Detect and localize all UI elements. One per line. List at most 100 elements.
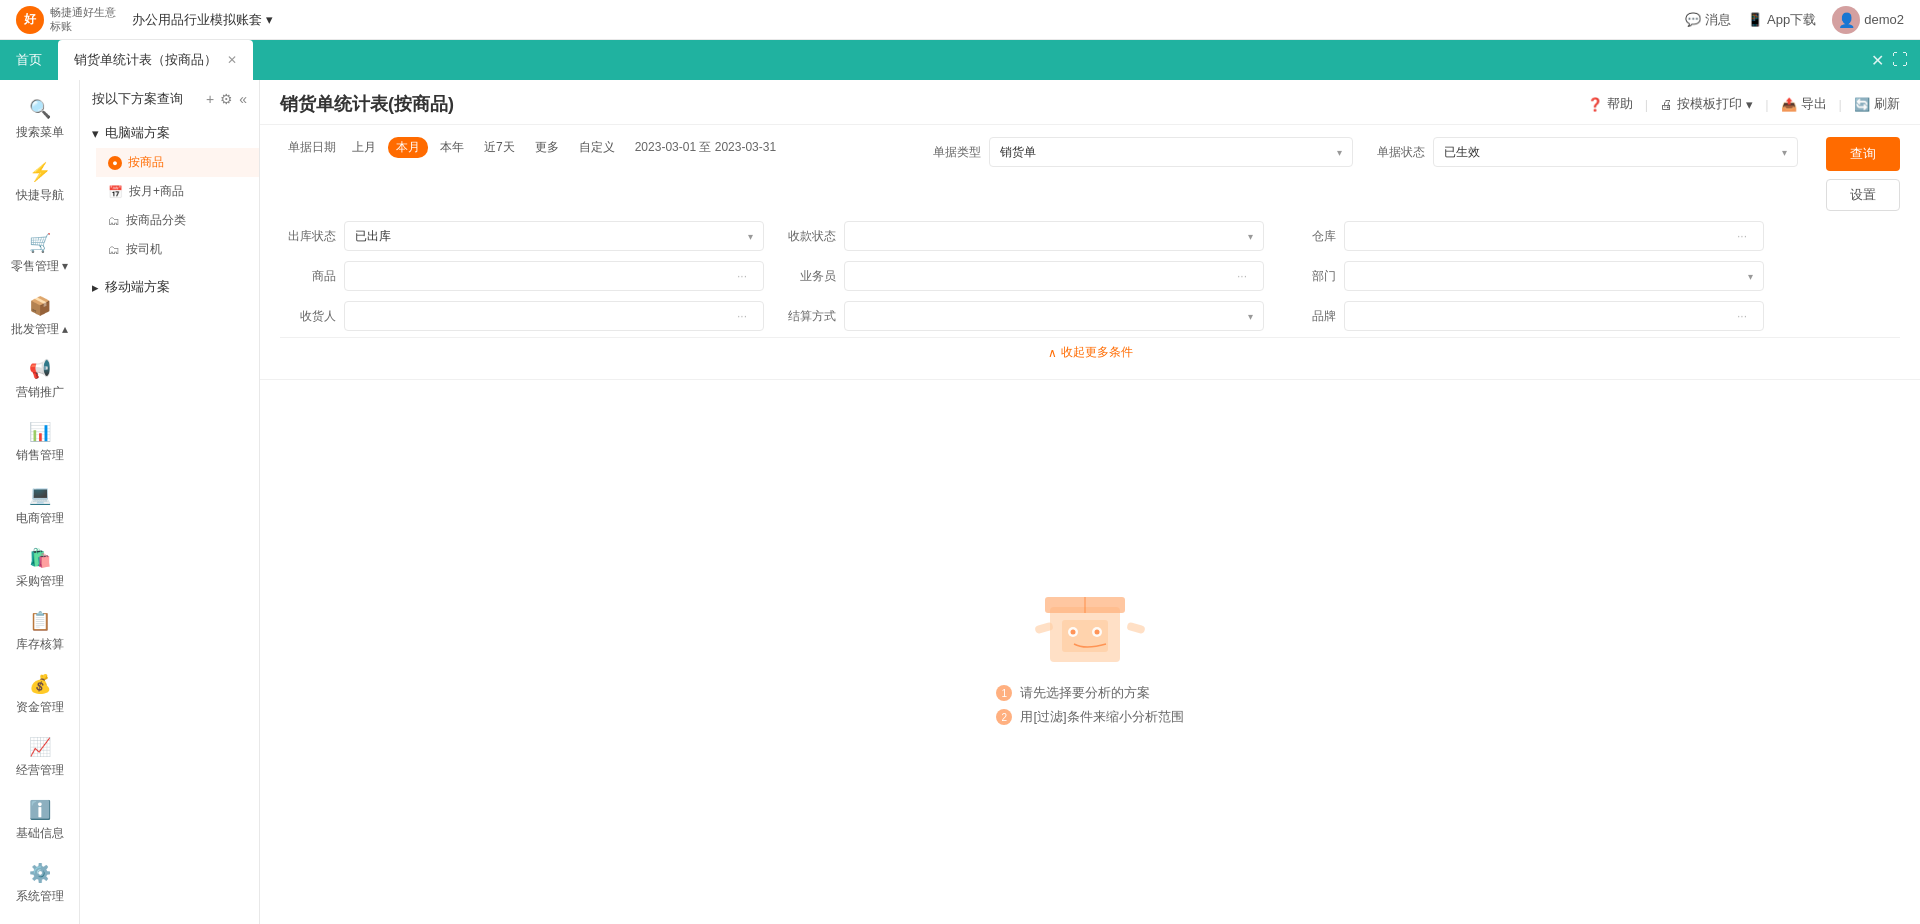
add-solution-btn[interactable]: + [206, 91, 214, 107]
sidebar-item-operation[interactable]: 📈 经营管理 [0, 726, 79, 789]
sidebar-item-label: 经营管理 [16, 762, 64, 779]
svg-rect-9 [1126, 622, 1145, 634]
left-panel-actions: + ⚙ « [206, 91, 247, 107]
wholesale-icon: 📦 [29, 295, 51, 317]
collapse-label: 收起更多条件 [1061, 344, 1133, 361]
settings-solution-btn[interactable]: ⚙ [220, 91, 233, 107]
setup-button[interactable]: 设置 [1826, 179, 1900, 211]
empty-line2: 用[过滤]条件来缩小分析范围 [1020, 708, 1183, 726]
sidebar-item-search-menu[interactable]: 🔍 搜索菜单 [0, 88, 79, 151]
empty-svg [1030, 572, 1150, 672]
empty-num-2: 2 [996, 709, 1012, 725]
doc-status-select[interactable]: 已生效 ▾ [1433, 137, 1798, 167]
out-status-select[interactable]: 已出库 ▾ [344, 221, 764, 251]
app-download-btn[interactable]: 📱 App下载 [1747, 11, 1816, 29]
sidebar-item-inventory[interactable]: 📋 库存核算 [0, 600, 79, 663]
left-panel-title: 按以下方案查询 [92, 90, 183, 108]
collect-status-arrow-icon: ▾ [1248, 231, 1253, 242]
date-tab-this-month[interactable]: 本月 [388, 137, 428, 158]
doc-type-select[interactable]: 销货单 ▾ [989, 137, 1354, 167]
active-dot-icon: ● [108, 156, 122, 170]
empty-state: 1 请先选择要分析的方案 2 用[过滤]条件来缩小分析范围 [260, 380, 1920, 924]
tab-close-icon[interactable]: ✕ [227, 53, 237, 67]
export-btn[interactable]: 📤 导出 [1781, 95, 1827, 113]
tree-sub-item-by-category[interactable]: 🗂 按商品分类 [96, 206, 259, 235]
close-window-icon[interactable]: ✕ [1871, 51, 1884, 70]
brand-select[interactable]: ··· [1344, 301, 1764, 331]
messages-btn[interactable]: 💬 消息 [1685, 11, 1731, 29]
sidebar-item-marketing[interactable]: 📢 营销推广 [0, 348, 79, 411]
logo-area: 好 畅捷通好生意 标账 [16, 6, 116, 34]
brand-label: 品牌 [1280, 308, 1344, 325]
sidebar-item-purchase[interactable]: 🛍️ 采购管理 [0, 537, 79, 600]
sidebar-item-label: 搜索菜单 [16, 124, 64, 141]
sidebar-item-quick-nav[interactable]: ⚡ 快捷导航 [0, 151, 79, 214]
warehouse-label: 仓库 [1280, 228, 1344, 245]
tree-sub-item-by-cashier[interactable]: 🗂 按司机 [96, 235, 259, 264]
tree-item-desktop[interactable]: ▾ 电脑端方案 [80, 118, 259, 148]
topbar-left: 好 畅捷通好生意 标账 办公用品行业模拟账套 ▾ [16, 6, 281, 34]
message-icon: 💬 [1685, 12, 1701, 27]
sidebar-item-basic[interactable]: ℹ️ 基础信息 [0, 789, 79, 852]
basic-icon: ℹ️ [29, 799, 51, 821]
tree-sub-item-by-goods[interactable]: ● 按商品 [96, 148, 259, 177]
collect-status-select[interactable]: ▾ [844, 221, 1264, 251]
tree-sub-item-by-month-goods[interactable]: 📅 按月+商品 [96, 177, 259, 206]
dept-select[interactable]: ▾ [1344, 261, 1764, 291]
collapse-more-conditions-btn[interactable]: ∧ 收起更多条件 [280, 337, 1900, 367]
tree-item-mobile[interactable]: ▸ 移动端方案 [80, 272, 259, 302]
date-tab-last-7[interactable]: 近7天 [476, 137, 523, 158]
sidebar-item-sales-mgmt[interactable]: 📊 销售管理 [0, 411, 79, 474]
tree-expand-icon-mobile: ▸ [92, 280, 99, 295]
goods-dots[interactable]: ··· [731, 269, 753, 283]
sidebar-item-ecommerce[interactable]: 💻 电商管理 [0, 474, 79, 537]
sidebar-item-finance[interactable]: 💰 资金管理 [0, 663, 79, 726]
template-print-btn[interactable]: 🖨 按模板打印 ▾ [1660, 95, 1753, 113]
tab-sales-stat[interactable]: 销货单统计表（按商品） ✕ [58, 40, 253, 80]
collapse-panel-btn[interactable]: « [239, 91, 247, 107]
empty-illustration [1030, 572, 1150, 672]
warehouse-select[interactable]: ··· [1344, 221, 1764, 251]
right-panel: 销货单统计表(按商品) ❓ 帮助 | 🖨 按模板打印 ▾ | 📤 [260, 80, 1920, 924]
left-panel: 按以下方案查询 + ⚙ « ▾ 电脑端方案 ● 按商品 [80, 80, 260, 924]
template-print-label: 按模板打印 [1677, 95, 1742, 113]
date-tab-more[interactable]: 更多 [527, 137, 567, 158]
sidebar-item-system[interactable]: ⚙️ 系统管理 [0, 852, 79, 915]
logo-icon: 好 [16, 6, 44, 34]
inventory-icon: 📋 [29, 610, 51, 632]
topbar-right: 💬 消息 📱 App下载 👤 demo2 [1685, 6, 1904, 34]
settlement-select[interactable]: ▾ [844, 301, 1264, 331]
sidebar-item-label: 电商管理 [16, 510, 64, 527]
receiver-dots[interactable]: ··· [731, 309, 753, 323]
query-button[interactable]: 查询 [1826, 137, 1900, 171]
date-tab-last-month[interactable]: 上月 [344, 137, 384, 158]
sep3: | [1839, 97, 1842, 112]
sidebar-item-retail[interactable]: 🛒 零售管理 ▾ [0, 222, 79, 285]
user-menu[interactable]: 👤 demo2 [1832, 6, 1904, 34]
download-icon: 📱 [1747, 12, 1763, 27]
salesperson-select[interactable]: ··· [844, 261, 1264, 291]
warehouse-dots[interactable]: ··· [1731, 229, 1753, 243]
help-btn[interactable]: ❓ 帮助 [1587, 95, 1633, 113]
receiver-select[interactable]: ··· [344, 301, 764, 331]
sidebar-item-label: 库存核算 [16, 636, 64, 653]
app-selector[interactable]: 办公用品行业模拟账套 ▾ [124, 7, 281, 33]
ecommerce-icon: 💻 [29, 484, 51, 506]
tab-home[interactable]: 首页 [0, 40, 58, 80]
goods-select[interactable]: ··· [344, 261, 764, 291]
sidebar-item-corp-collab[interactable]: 🤝 企业协同 [0, 915, 79, 924]
svg-point-7 [1094, 630, 1099, 635]
refresh-btn[interactable]: 🔄 刷新 [1854, 95, 1900, 113]
empty-text: 1 请先选择要分析的方案 2 用[过滤]条件来缩小分析范围 [996, 684, 1183, 732]
doc-type-arrow-icon: ▾ [1337, 147, 1342, 158]
date-tab-custom[interactable]: 自定义 [571, 137, 623, 158]
maximize-icon[interactable]: ⛶ [1892, 51, 1908, 69]
tree-mobile-label: 移动端方案 [105, 278, 170, 296]
date-tab-this-year[interactable]: 本年 [432, 137, 472, 158]
doc-status-arrow-icon: ▾ [1782, 147, 1787, 158]
brand-dots[interactable]: ··· [1731, 309, 1753, 323]
sidebar-item-wholesale[interactable]: 📦 批发管理 ▴ [0, 285, 79, 348]
export-label: 导出 [1801, 95, 1827, 113]
salesperson-dots[interactable]: ··· [1231, 269, 1253, 283]
doc-type-label: 单据类型 [925, 144, 989, 161]
